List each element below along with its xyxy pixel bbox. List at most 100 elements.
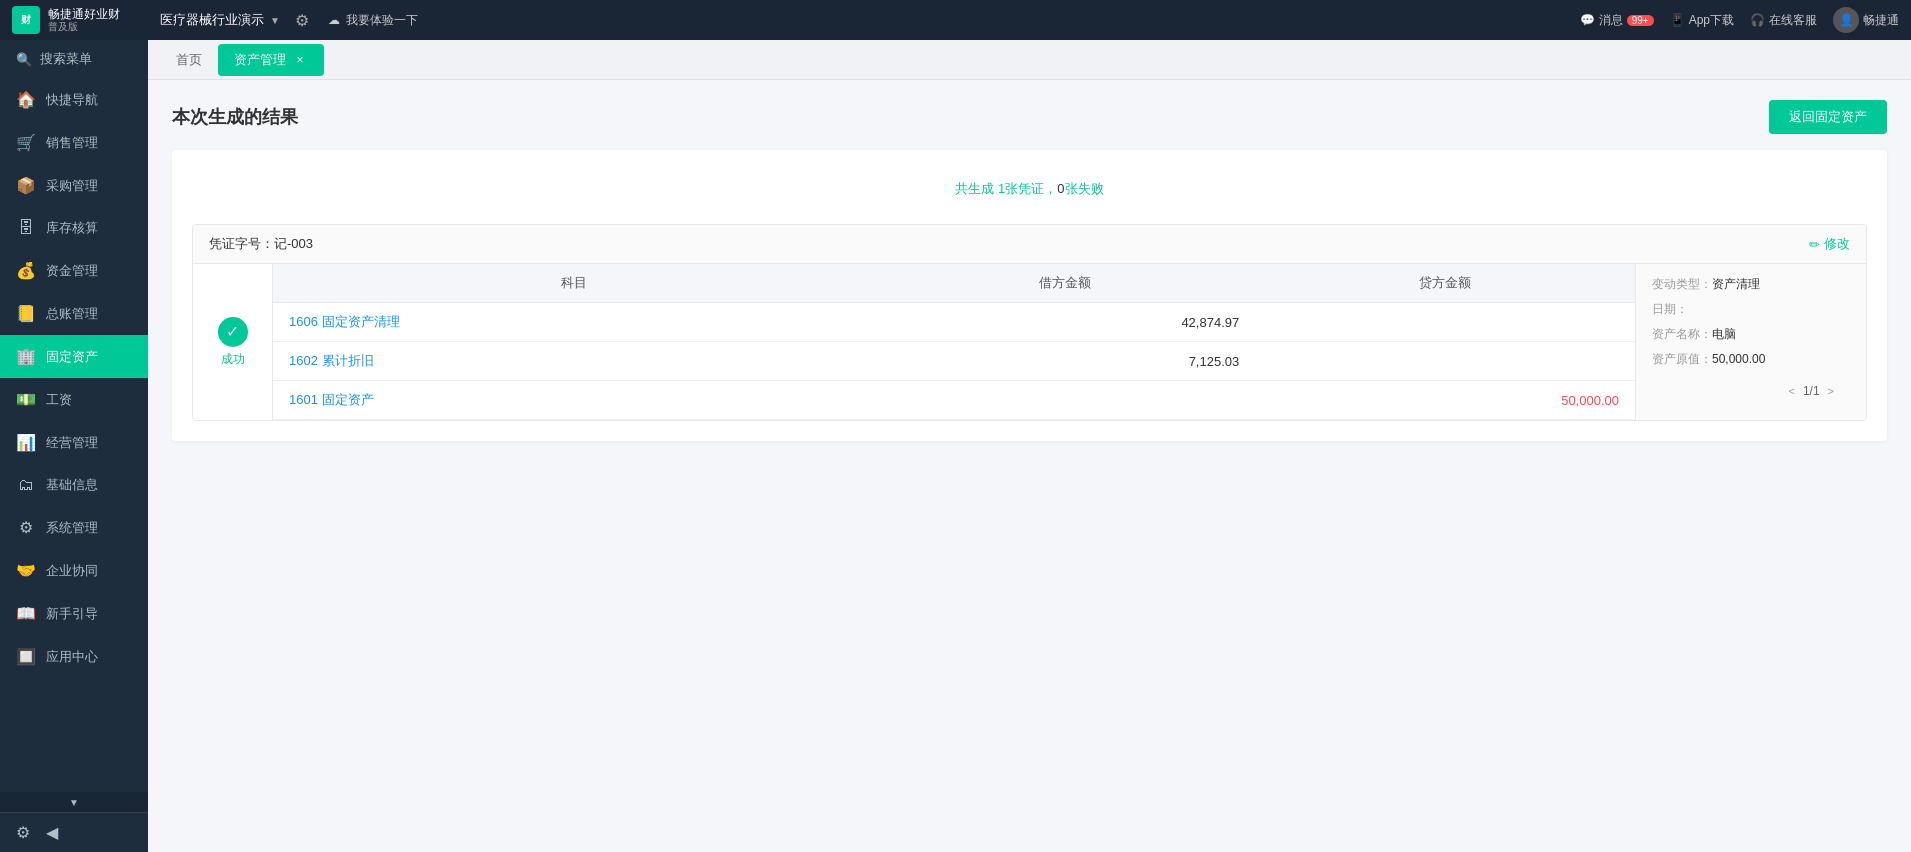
ledger-icon: 📒 [16, 304, 36, 323]
pagination: < 1/1 > [1652, 376, 1850, 406]
col-credit-header: 贷方金额 [1255, 264, 1635, 303]
salary-icon: 💵 [16, 390, 36, 409]
company-dropdown-icon: ▼ [270, 15, 280, 26]
logo-main-text: 畅捷通好业财 [48, 7, 120, 21]
message-badge: 99+ [1627, 15, 1654, 26]
tab-close-icon[interactable]: × [292, 52, 308, 68]
sidebar-item-funds-label: 资金管理 [46, 262, 98, 280]
sidebar-search[interactable]: 🔍 搜索菜单 [0, 40, 148, 78]
sidebar-item-apps[interactable]: 🔲 应用中心 [0, 635, 148, 678]
sidebar-scroll-down[interactable]: ▼ [0, 792, 148, 812]
date-label: 日期： [1652, 301, 1712, 318]
sidebar-item-operations-label: 经营管理 [46, 434, 98, 452]
guide-icon: 📖 [16, 604, 36, 623]
sidebar-item-fixed-assets-label: 固定资产 [46, 348, 98, 366]
sidebar-item-operations[interactable]: 📊 经营管理 [0, 421, 148, 464]
voucher-table: 科目 借方金额 贷方金额 1606 固定资产清理 42,874.97 [273, 264, 1636, 420]
tab-asset-management-label: 资产管理 [234, 51, 286, 69]
company-name: 医疗器械行业演示 [160, 11, 264, 29]
tab-home-label: 首页 [176, 51, 202, 69]
row1-credit [1255, 303, 1635, 342]
row3-debit [876, 381, 1256, 420]
success-column: ✓ 成功 [193, 264, 273, 420]
sidebar-item-system-label: 系统管理 [46, 519, 98, 537]
sidebar-collapse-btn[interactable]: ◀ [46, 823, 58, 842]
service-icon: 🎧 [1750, 13, 1765, 27]
logo: 财 畅捷通好业财 普及版 [12, 6, 152, 34]
sidebar: 🔍 搜索菜单 🏠 快捷导航 🛒 销售管理 📦 采购管理 🗄 库存核算 💰 [0, 40, 148, 852]
inventory-icon: 🗄 [16, 219, 36, 237]
sidebar-item-funds[interactable]: 💰 资金管理 [0, 249, 148, 292]
tab-home[interactable]: 首页 [160, 44, 218, 76]
voucher-header: 凭证字号：记-003 ✏ 修改 [193, 225, 1866, 264]
page-content: 本次生成的结果 返回固定资产 共生成 1张凭证，0张失败 凭证字号：记-003 … [148, 80, 1911, 852]
asset-name-row: 资产名称： 电脑 [1652, 326, 1850, 343]
row1-debit: 42,874.97 [876, 303, 1256, 342]
purchase-icon: 📦 [16, 176, 36, 195]
sidebar-item-enterprise-label: 企业协同 [46, 562, 98, 580]
result-summary: 共生成 1张凭证，0张失败 [192, 170, 1867, 208]
apps-icon: 🔲 [16, 647, 36, 666]
sidebar-item-system[interactable]: ⚙ 系统管理 [0, 506, 148, 549]
voucher-body: ✓ 成功 科目 借方金额 贷方金额 [193, 264, 1866, 420]
trial-button[interactable]: ☁ 我要体验一下 [316, 8, 430, 33]
row1-subject: 1606 固定资产清理 [273, 303, 876, 342]
settings-button[interactable]: ⚙ [288, 6, 316, 34]
sidebar-item-ledger-label: 总账管理 [46, 305, 98, 323]
edit-label: 修改 [1824, 235, 1850, 253]
sidebar-item-fixed-assets[interactable]: 🏢 固定资产 [0, 335, 148, 378]
row2-subject: 1602 累计折旧 [273, 342, 876, 381]
system-icon: ⚙ [16, 518, 36, 537]
sidebar-item-ledger[interactable]: 📒 总账管理 [0, 292, 148, 335]
operations-icon: 📊 [16, 433, 36, 452]
tab-asset-management[interactable]: 资产管理 × [218, 44, 324, 76]
header-right: 💬 消息 99+ 📱 App下载 🎧 在线客服 👤 畅捷通 [1580, 7, 1899, 33]
success-text: 成功 [221, 351, 245, 368]
message-action[interactable]: 💬 消息 99+ [1580, 12, 1654, 29]
return-button[interactable]: 返回固定资产 [1769, 100, 1887, 134]
sidebar-item-quick-nav[interactable]: 🏠 快捷导航 [0, 78, 148, 121]
sidebar-scroll: 🔍 搜索菜单 🏠 快捷导航 🛒 销售管理 📦 采购管理 🗄 库存核算 💰 [0, 40, 148, 792]
cloud-icon: ☁ [328, 13, 340, 27]
sidebar-item-enterprise[interactable]: 🤝 企业协同 [0, 549, 148, 592]
quick-nav-icon: 🏠 [16, 90, 36, 109]
page-header: 本次生成的结果 返回固定资产 [172, 100, 1887, 134]
app-label: App下载 [1689, 12, 1734, 29]
app-download-action[interactable]: 📱 App下载 [1670, 12, 1734, 29]
change-type-row: 变动类型： 资产清理 [1652, 276, 1850, 293]
voucher-card: 凭证字号：记-003 ✏ 修改 ✓ 成功 [192, 224, 1867, 421]
page-info: 1/1 [1803, 384, 1820, 398]
sidebar-item-apps-label: 应用中心 [46, 648, 98, 666]
main-layout: 🔍 搜索菜单 🏠 快捷导航 🛒 销售管理 📦 采购管理 🗄 库存核算 💰 [0, 40, 1911, 852]
sidebar-settings-btn[interactable]: ⚙ [16, 823, 30, 842]
sidebar-item-sales-label: 销售管理 [46, 134, 98, 152]
sidebar-item-salary[interactable]: 💵 工资 [0, 378, 148, 421]
result-section: 共生成 1张凭证，0张失败 凭证字号：记-003 ✏ 修改 [172, 150, 1887, 441]
logo-sub-text: 普及版 [48, 21, 120, 33]
sidebar-item-basic-info[interactable]: 🗂 基础信息 [0, 464, 148, 506]
sidebar-item-inventory[interactable]: 🗄 库存核算 [0, 207, 148, 249]
sidebar-bottom: ⚙ ◀ [0, 812, 148, 852]
tab-bar: 首页 资产管理 × [148, 40, 1911, 80]
prev-page-btn[interactable]: < [1788, 385, 1794, 397]
next-page-btn[interactable]: > [1828, 385, 1834, 397]
sidebar-item-purchase[interactable]: 📦 采购管理 [0, 164, 148, 207]
row3-credit: 50,000.00 [1255, 381, 1635, 420]
sidebar-item-guide[interactable]: 📖 新手引导 [0, 592, 148, 635]
page-title: 本次生成的结果 [172, 105, 298, 129]
table-row: 1601 固定资产 50,000.00 [273, 381, 1635, 420]
sidebar-item-guide-label: 新手引导 [46, 605, 98, 623]
sidebar-item-quick-nav-label: 快捷导航 [46, 91, 98, 109]
sidebar-item-basic-info-label: 基础信息 [46, 476, 98, 494]
success-icon: ✓ [218, 317, 248, 347]
message-icon: 💬 [1580, 13, 1595, 27]
company-selector[interactable]: 医疗器械行业演示 ▼ [152, 7, 288, 33]
online-service-action[interactable]: 🎧 在线客服 [1750, 12, 1817, 29]
original-value-label: 资产原值： [1652, 351, 1712, 368]
user-action[interactable]: 👤 畅捷通 [1833, 7, 1899, 33]
table-row: 1602 累计折旧 7,125.03 [273, 342, 1635, 381]
row2-debit: 7,125.03 [876, 342, 1256, 381]
sidebar-item-sales[interactable]: 🛒 销售管理 [0, 121, 148, 164]
edit-button[interactable]: ✏ 修改 [1809, 235, 1850, 253]
change-type-label: 变动类型： [1652, 276, 1712, 293]
